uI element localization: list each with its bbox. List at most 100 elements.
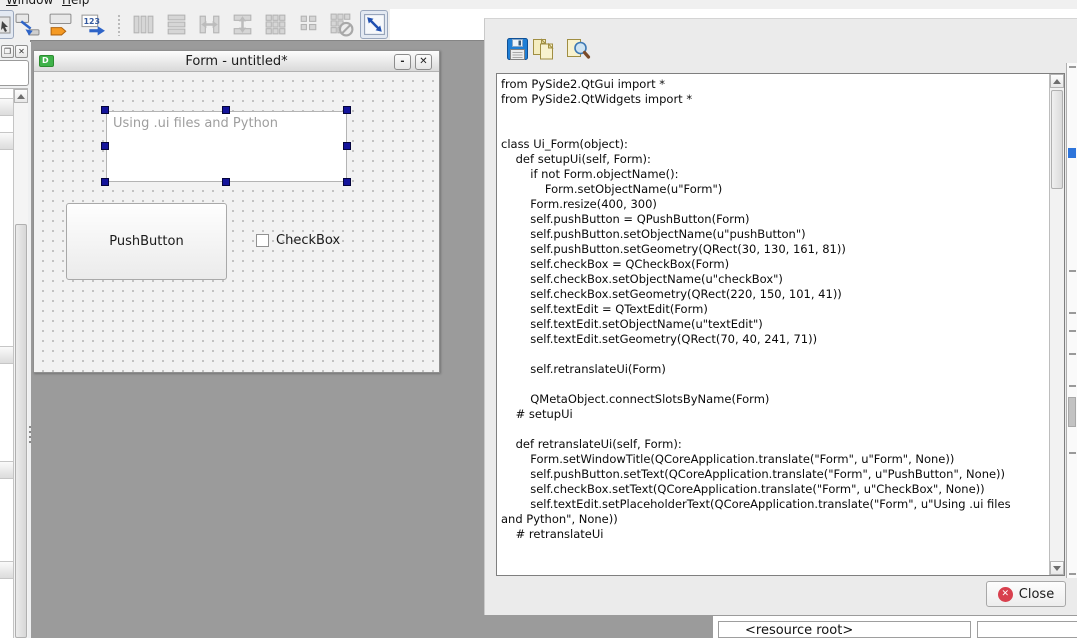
- scroll-marker: [1069, 330, 1076, 332]
- checkbox-indicator[interactable]: [256, 234, 269, 247]
- code-line: self.retranslateUi(Form): [501, 362, 1048, 377]
- widgetbox-category-row[interactable]: [0, 346, 13, 364]
- resource-list[interactable]: [977, 621, 1077, 638]
- selection-handle-top-center[interactable]: [222, 106, 230, 114]
- textedit-widget[interactable]: Using .ui files and Python: [106, 111, 347, 182]
- right-edge-scroll-markers[interactable]: [1066, 63, 1077, 578]
- break-layout-button[interactable]: [327, 10, 355, 39]
- adjust-size-icon: [362, 12, 387, 37]
- scrollbar-thumb[interactable]: [15, 224, 27, 638]
- code-line: Form.setWindowTitle(QCoreApplication.tra…: [501, 452, 1048, 467]
- selection-handle-mid-right[interactable]: [343, 142, 351, 150]
- resource-browser-panel: <resource root>: [713, 616, 1077, 638]
- adjust-size-button[interactable]: [360, 10, 388, 39]
- find-button[interactable]: [564, 35, 592, 63]
- lay-out-in-grid-button[interactable]: [261, 10, 289, 39]
- edit-tab-order-button[interactable]: 123: [79, 10, 107, 39]
- close-button-label: Close: [1019, 587, 1054, 602]
- code-line: def setupUi(self, Form):: [501, 152, 1048, 167]
- code-line: [501, 122, 1048, 137]
- resource-tree[interactable]: <resource root>: [718, 621, 971, 638]
- textedit-placeholder: Using .ui files and Python: [107, 112, 346, 135]
- lay-out-in-grid-icon: [263, 12, 288, 37]
- code-line: QMetaObject.connectSlotsByName(Form): [501, 392, 1048, 407]
- lay-out-vertically-icon: [164, 12, 189, 37]
- save-icon: [507, 38, 528, 61]
- edit-buddies-icon: [48, 12, 73, 37]
- lay-out-in-form-layout-button[interactable]: [294, 10, 322, 39]
- code-content[interactable]: from PySide2.QtGui import *from PySide2.…: [501, 77, 1048, 573]
- selection-handle-bottom-left[interactable]: [101, 178, 109, 186]
- code-line: [501, 347, 1048, 362]
- code-line: self.checkBox.setGeometry(QRect(220, 150…: [501, 287, 1048, 302]
- menu-help[interactable]: Help: [62, 0, 89, 7]
- dock-float-button[interactable]: ❐: [1, 45, 14, 58]
- code-line: self.textEdit.setObjectName(u"textEdit"): [501, 317, 1048, 332]
- selection-handle-top-right[interactable]: [343, 106, 351, 114]
- widgetbox-category-row[interactable]: [0, 561, 13, 579]
- selection-handle-bottom-right[interactable]: [343, 178, 351, 186]
- form-window-title: Form - untitled*: [34, 54, 439, 69]
- code-line: self.textEdit = QTextEdit(Form): [501, 302, 1048, 317]
- scrollbar-thumb[interactable]: [1051, 90, 1063, 189]
- scroll-marker: [1069, 312, 1076, 314]
- widgetbox-list[interactable]: [0, 88, 28, 638]
- scroll-up-button[interactable]: [1050, 74, 1064, 88]
- widgetbox-category-row[interactable]: [0, 98, 13, 116]
- widgetbox-scrollbar[interactable]: [13, 89, 28, 638]
- code-line: def retranslateUi(self, Form):: [501, 437, 1048, 452]
- lay-out-vertically-in-splitter-icon: [230, 12, 255, 37]
- code-line: self.pushButton = QPushButton(Form): [501, 212, 1048, 227]
- lay-out-vertically-button[interactable]: [162, 10, 190, 39]
- close-red-icon: ✕: [998, 587, 1013, 602]
- selection-handle-top-left[interactable]: [101, 106, 109, 114]
- form-titlebar[interactable]: D Form - untitled* - ✕: [34, 51, 439, 72]
- menu-bar: Window Help: [0, 0, 1077, 9]
- widgetbox-filter-input[interactable]: [0, 60, 29, 86]
- dialog-close-button[interactable]: ✕ Close: [986, 581, 1066, 607]
- lay-out-horizontally-in-splitter-button[interactable]: [195, 10, 223, 39]
- close-button[interactable]: ✕: [415, 54, 432, 70]
- copy-button[interactable]: [530, 35, 558, 63]
- scroll-up-button[interactable]: [14, 89, 28, 103]
- code-line: from PySide2.QtWidgets import *: [501, 92, 1048, 107]
- up-arrow-icon: [1053, 79, 1061, 84]
- code-view[interactable]: from PySide2.QtGui import *from PySide2.…: [496, 73, 1065, 576]
- scroll-marker: [1069, 452, 1076, 454]
- edit-widgets-button[interactable]: [0, 10, 14, 39]
- menu-window[interactable]: Window: [6, 0, 53, 7]
- code-scrollbar[interactable]: [1049, 74, 1064, 575]
- form-canvas[interactable]: Using .ui files and Python PushButton Ch…: [34, 72, 439, 372]
- find-icon: [566, 38, 591, 61]
- widgetbox-category-row[interactable]: [0, 132, 13, 150]
- lay-out-vertically-in-splitter-button[interactable]: [228, 10, 256, 39]
- lay-out-horizontally-button[interactable]: [129, 10, 157, 39]
- minimize-button[interactable]: -: [394, 54, 411, 70]
- code-line: from PySide2.QtGui import *: [501, 77, 1048, 92]
- checkbox-widget[interactable]: CheckBox: [256, 232, 340, 248]
- save-button[interactable]: [503, 35, 531, 63]
- pushbutton-widget[interactable]: PushButton: [66, 203, 227, 280]
- panel-splitter-handle[interactable]: [28, 423, 31, 447]
- svg-text:123: 123: [83, 17, 99, 26]
- code-line: Form.resize(400, 300): [501, 197, 1048, 212]
- resource-root-item[interactable]: <resource root>: [719, 622, 970, 638]
- widgetbox-category-row[interactable]: [0, 461, 13, 479]
- scroll-marker-thumb[interactable]: [1068, 397, 1076, 427]
- selection-handle-bottom-center[interactable]: [222, 178, 230, 186]
- code-line: self.pushButton.setGeometry(QRect(30, 13…: [501, 242, 1048, 257]
- code-line: class Ui_Form(object):: [501, 137, 1048, 152]
- code-line: self.pushButton.setObjectName(u"pushButt…: [501, 227, 1048, 242]
- up-arrow-icon: [17, 94, 25, 99]
- dock-close-button[interactable]: ✕: [15, 45, 28, 58]
- copy-icon: [532, 38, 557, 61]
- code-line: self.checkBox.setText(QCoreApplication.t…: [501, 482, 1048, 497]
- edit-signals-slots-button[interactable]: [13, 10, 41, 39]
- code-preview-dialog: from PySide2.QtGui import *from PySide2.…: [484, 18, 1077, 615]
- left-dock-panel: ❐ ✕: [0, 42, 31, 638]
- selection-handle-mid-left[interactable]: [101, 142, 109, 150]
- code-line: self.textEdit.setGeometry(QRect(70, 40, …: [501, 332, 1048, 347]
- edit-signals-slots-icon: [15, 12, 40, 37]
- edit-buddies-button[interactable]: [46, 10, 74, 39]
- scroll-down-button[interactable]: [1050, 561, 1064, 575]
